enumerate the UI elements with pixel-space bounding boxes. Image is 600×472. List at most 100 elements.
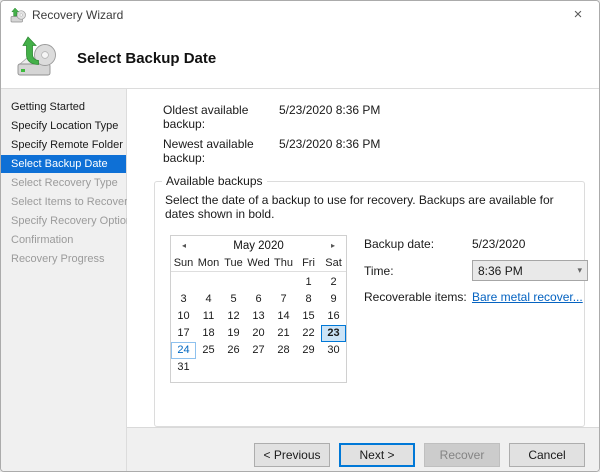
wizard-footer: < Previous Next > Recover Cancel (127, 427, 599, 472)
time-dropdown[interactable]: 8:36 PM ▾ (472, 260, 588, 281)
chevron-down-icon: ▾ (577, 265, 582, 276)
calendar-empty-cell (271, 274, 296, 291)
calendar-empty-cell (221, 274, 246, 291)
calendar-dayname-tue: Tue (221, 257, 246, 269)
calendar-day-19[interactable]: 19 (221, 325, 246, 342)
window-title: Recovery Wizard (32, 8, 557, 22)
calendar-day-14[interactable]: 14 (271, 308, 296, 325)
oldest-backup-label: Oldest available backup: (163, 103, 279, 131)
close-icon[interactable]: × (557, 1, 599, 29)
previous-button[interactable]: < Previous (254, 443, 330, 467)
sidebar-item-select-recovery-type[interactable]: Select Recovery Type (1, 174, 126, 192)
calendar-day-3[interactable]: 3 (171, 291, 196, 308)
calendar-empty-cell (221, 359, 246, 376)
cancel-button[interactable]: Cancel (509, 443, 585, 467)
oldest-backup-value: 5/23/2020 8:36 PM (279, 103, 380, 131)
calendar-day-11[interactable]: 11 (196, 308, 221, 325)
calendar-day-12[interactable]: 12 (221, 308, 246, 325)
recoverable-items-label: Recoverable items: (364, 290, 472, 304)
calendar-day-28[interactable]: 28 (271, 342, 296, 359)
calendar-dayname-fri: Fri (296, 257, 321, 269)
backup-date-label: Backup date: (364, 237, 472, 251)
newest-backup-label: Newest available backup: (163, 137, 279, 165)
calendar-day-names: SunMonTueWedThuFriSat (171, 257, 346, 272)
newest-backup-value: 5/23/2020 8:36 PM (279, 137, 380, 165)
calendar-day-13[interactable]: 13 (246, 308, 271, 325)
calendar-day-23[interactable]: 23 (321, 325, 346, 342)
time-label: Time: (364, 264, 472, 278)
recover-button[interactable]: Recover (424, 443, 500, 467)
calendar-prev-month-icon[interactable]: ◂ (178, 240, 190, 252)
calendar-next-month-icon[interactable]: ▸ (327, 240, 339, 252)
titlebar: Recovery Wizard × (1, 1, 599, 29)
newest-backup-row: Newest available backup: 5/23/2020 8:36 … (163, 137, 585, 165)
calendar-day-15[interactable]: 15 (296, 308, 321, 325)
calendar-day-24[interactable]: 24 (171, 342, 196, 359)
calendar-empty-cell (296, 359, 321, 376)
backup-date-calendar: ◂ May 2020 ▸ SunMonTueWedThuFriSat 12345… (170, 235, 347, 383)
sidebar-item-recovery-progress[interactable]: Recovery Progress (1, 250, 126, 268)
calendar-header: ◂ May 2020 ▸ (171, 236, 346, 254)
backup-picker-row: ◂ May 2020 ▸ SunMonTueWedThuFriSat 12345… (165, 235, 574, 383)
available-backups-groupbox: Available backups Select the date of a b… (154, 181, 585, 427)
main-panel: Oldest available backup: 5/23/2020 8:36 … (127, 89, 599, 471)
calendar-empty-cell (246, 274, 271, 291)
calendar-day-6[interactable]: 6 (246, 291, 271, 308)
sidebar-item-select-items-to-recover[interactable]: Select Items to Recover (1, 193, 126, 211)
calendar-day-7[interactable]: 7 (271, 291, 296, 308)
sidebar-item-specify-recovery-options[interactable]: Specify Recovery Options (1, 212, 126, 230)
calendar-day-10[interactable]: 10 (171, 308, 196, 325)
calendar-day-31[interactable]: 31 (171, 359, 196, 376)
next-button[interactable]: Next > (339, 443, 415, 467)
recovery-wizard-app-icon (10, 7, 26, 23)
calendar-day-18[interactable]: 18 (196, 325, 221, 342)
available-backups-description: Select the date of a backup to use for r… (165, 193, 574, 221)
content-area: Oldest available backup: 5/23/2020 8:36 … (127, 89, 599, 427)
calendar-day-8[interactable]: 8 (296, 291, 321, 308)
backup-details-panel: Backup date: 5/23/2020 Time: 8:36 PM ▾ R… (364, 235, 588, 304)
available-backups-label: Available backups (162, 174, 267, 188)
restore-disk-icon (14, 36, 60, 82)
wizard-header: Select Backup Date (1, 29, 599, 89)
calendar-dayname-mon: Mon (196, 257, 221, 269)
calendar-dayname-wed: Wed (246, 257, 271, 269)
calendar-dayname-sun: Sun (171, 257, 196, 269)
recoverable-items-link[interactable]: Bare metal recover... (472, 290, 588, 304)
calendar-empty-cell (171, 274, 196, 291)
calendar-month-label: May 2020 (190, 240, 327, 252)
sidebar-item-confirmation[interactable]: Confirmation (1, 231, 126, 249)
calendar-day-17[interactable]: 17 (171, 325, 196, 342)
calendar-day-21[interactable]: 21 (271, 325, 296, 342)
calendar-dayname-sat: Sat (321, 257, 346, 269)
calendar-day-16[interactable]: 16 (321, 308, 346, 325)
calendar-empty-cell (321, 359, 346, 376)
calendar-day-27[interactable]: 27 (246, 342, 271, 359)
calendar-empty-cell (246, 359, 271, 376)
calendar-empty-cell (196, 359, 221, 376)
page-title: Select Backup Date (77, 50, 216, 67)
calendar-empty-cell (196, 274, 221, 291)
calendar-day-4[interactable]: 4 (196, 291, 221, 308)
calendar-day-26[interactable]: 26 (221, 342, 246, 359)
calendar-day-30[interactable]: 30 (321, 342, 346, 359)
wizard-body: Getting StartedSpecify Location TypeSpec… (1, 89, 599, 471)
backup-date-value: 5/23/2020 (472, 237, 588, 251)
calendar-day-22[interactable]: 22 (296, 325, 321, 342)
calendar-day-9[interactable]: 9 (321, 291, 346, 308)
calendar-day-2[interactable]: 2 (321, 274, 346, 291)
sidebar-item-specify-remote-folder[interactable]: Specify Remote Folder (1, 136, 126, 154)
sidebar-item-specify-location-type[interactable]: Specify Location Type (1, 117, 126, 135)
calendar-day-29[interactable]: 29 (296, 342, 321, 359)
calendar-day-5[interactable]: 5 (221, 291, 246, 308)
oldest-backup-row: Oldest available backup: 5/23/2020 8:36 … (163, 103, 585, 131)
calendar-day-1[interactable]: 1 (296, 274, 321, 291)
calendar-grid: 1234567891011121314151617181920212223242… (171, 274, 346, 376)
sidebar-item-getting-started[interactable]: Getting Started (1, 98, 126, 116)
time-value: 8:36 PM (478, 264, 523, 278)
recovery-wizard-window: Recovery Wizard × Select Backup Date Get… (0, 0, 600, 472)
calendar-dayname-thu: Thu (271, 257, 296, 269)
wizard-steps-sidebar: Getting StartedSpecify Location TypeSpec… (1, 89, 127, 471)
calendar-day-25[interactable]: 25 (196, 342, 221, 359)
calendar-day-20[interactable]: 20 (246, 325, 271, 342)
sidebar-item-select-backup-date[interactable]: Select Backup Date (1, 155, 126, 173)
